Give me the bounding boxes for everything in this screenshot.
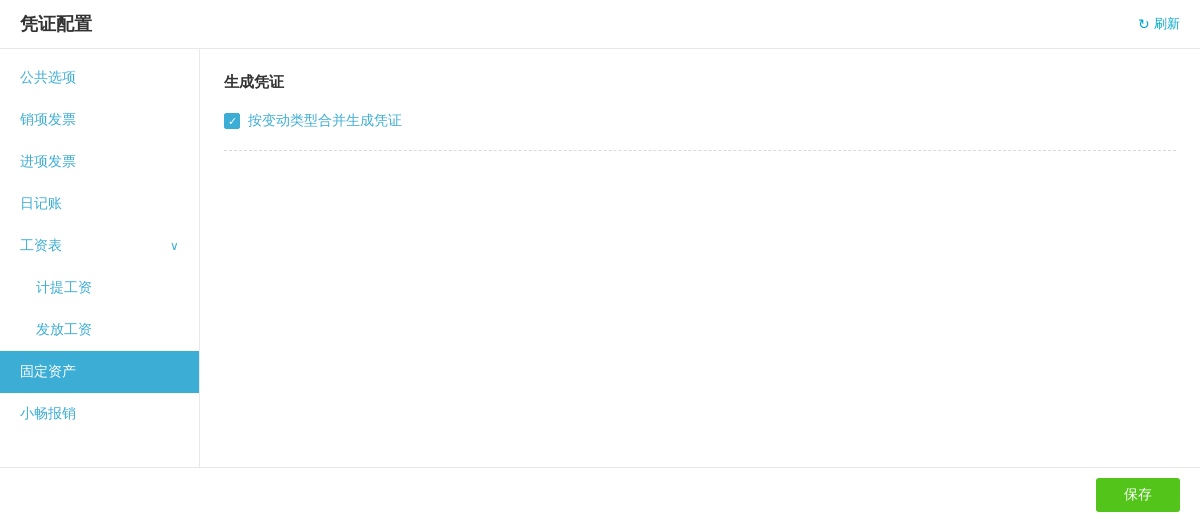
sidebar-item-label: 固定资产 bbox=[20, 363, 76, 381]
page-wrapper: 凭证配置 ↻ 刷新 公共选项销项发票进项发票日记账工资表 ∨ 计提工资发放工资固定资… bbox=[0, 0, 1200, 522]
checkbox-label[interactable]: 按变动类型合并生成凭证 bbox=[248, 112, 402, 130]
body: 公共选项销项发票进项发票日记账工资表 ∨ 计提工资发放工资固定资产小畅报销 生成凭证… bbox=[0, 49, 1200, 467]
chevron-down-icon: ∨ bbox=[170, 239, 179, 253]
checkbox-row: ✓ 按变动类型合并生成凭证 bbox=[224, 112, 1176, 130]
sidebar-item-journal[interactable]: 日记账 bbox=[0, 183, 199, 225]
sidebar-item-label: 进项发票 bbox=[20, 153, 76, 171]
footer: 保存 bbox=[0, 467, 1200, 522]
check-mark-icon: ✓ bbox=[228, 116, 237, 127]
sidebar-item-purchase-invoice[interactable]: 进项发票 bbox=[0, 141, 199, 183]
refresh-button[interactable]: ↻ 刷新 bbox=[1138, 15, 1180, 33]
page-title: 凭证配置 bbox=[20, 12, 92, 36]
sidebar-item-expense[interactable]: 小畅报销 bbox=[0, 393, 199, 435]
sidebar-item-fixed-assets[interactable]: 固定资产 bbox=[0, 351, 199, 393]
sidebar-item-public[interactable]: 公共选项 bbox=[0, 57, 199, 99]
sidebar-item-label: 发放工资 bbox=[36, 321, 92, 339]
sidebar-item-payroll-distribution[interactable]: 发放工资 bbox=[0, 309, 199, 351]
sidebar-item-payroll[interactable]: 工资表 ∨ bbox=[0, 225, 199, 267]
sidebar: 公共选项销项发票进项发票日记账工资表 ∨ 计提工资发放工资固定资产小畅报销 bbox=[0, 49, 200, 467]
sidebar-item-label: 小畅报销 bbox=[20, 405, 76, 423]
main-content: 生成凭证 ✓ 按变动类型合并生成凭证 bbox=[200, 49, 1200, 467]
header: 凭证配置 ↻ 刷新 bbox=[0, 0, 1200, 49]
sidebar-item-label: 日记账 bbox=[20, 195, 62, 213]
merge-checkbox[interactable]: ✓ bbox=[224, 113, 240, 129]
sidebar-item-label: 计提工资 bbox=[36, 279, 92, 297]
section-divider bbox=[224, 150, 1176, 151]
refresh-icon: ↻ bbox=[1138, 16, 1150, 32]
sidebar-item-payroll-provision[interactable]: 计提工资 bbox=[0, 267, 199, 309]
sidebar-item-sales-invoice[interactable]: 销项发票 bbox=[0, 99, 199, 141]
refresh-label: 刷新 bbox=[1154, 15, 1180, 33]
sidebar-item-label: 公共选项 bbox=[20, 69, 76, 87]
sidebar-item-label: 工资表 bbox=[20, 237, 62, 255]
save-button[interactable]: 保存 bbox=[1096, 478, 1180, 512]
section-title: 生成凭证 bbox=[224, 73, 1176, 92]
sidebar-item-label: 销项发票 bbox=[20, 111, 76, 129]
